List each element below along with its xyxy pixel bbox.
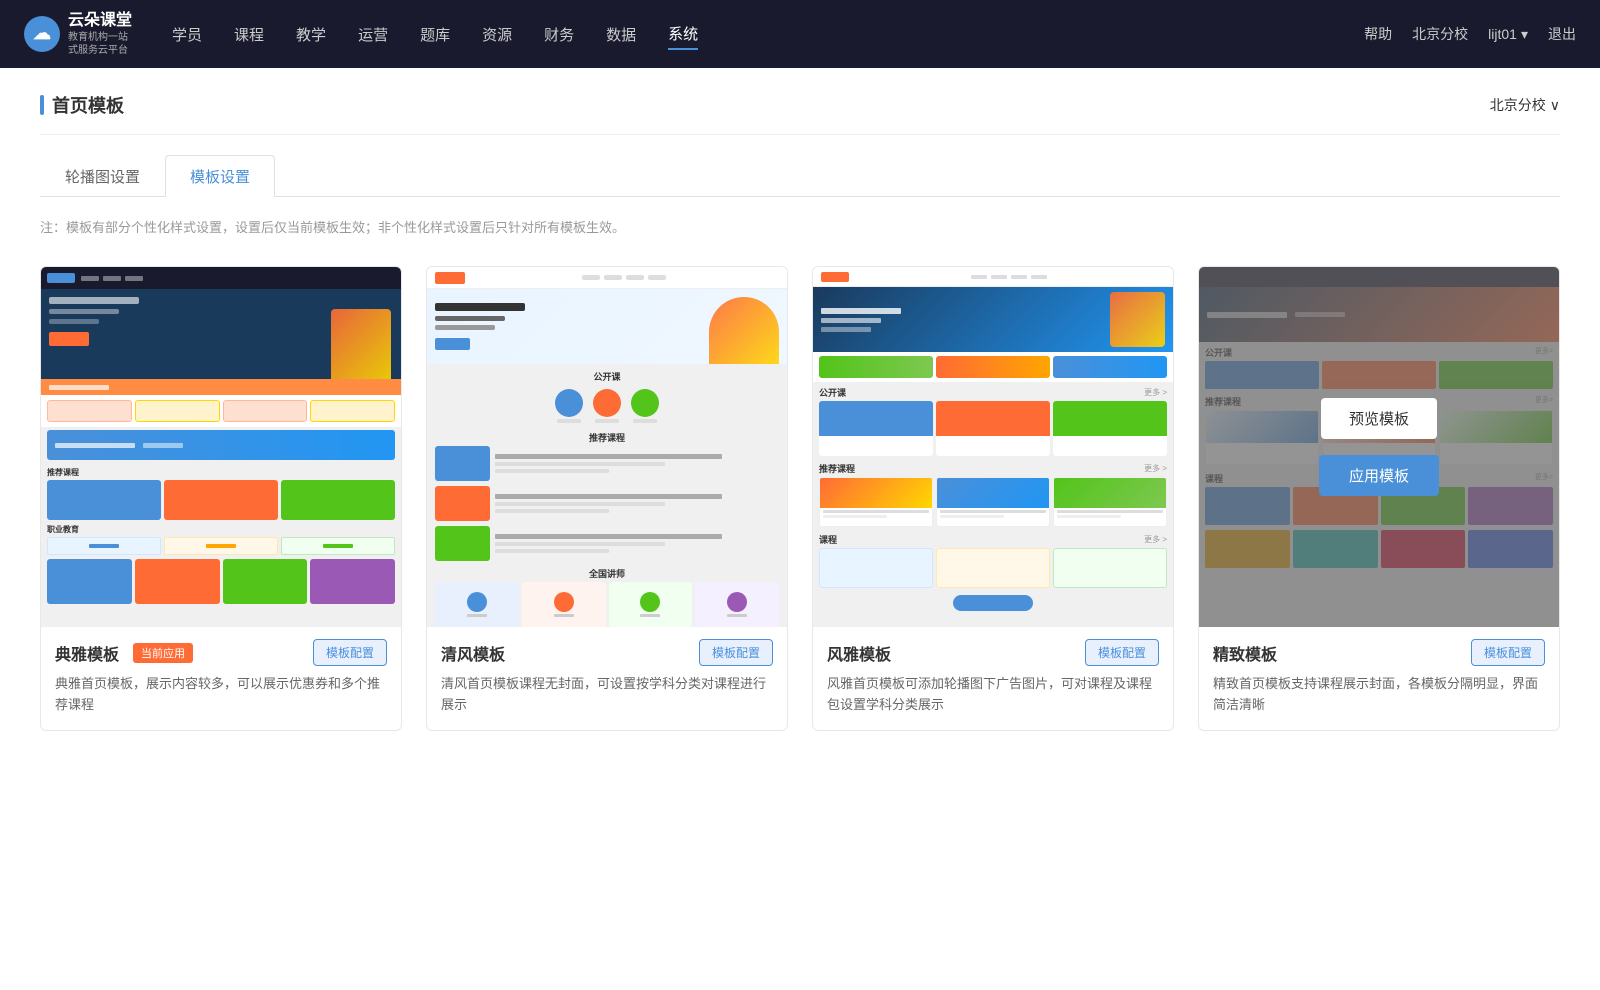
- nav-data[interactable]: 数据: [606, 20, 636, 49]
- tabs-container: 轮播图设置 模板设置: [40, 155, 1560, 197]
- preview-button-4[interactable]: 预览模板: [1321, 398, 1437, 439]
- templates-grid: 推荐课程 职业教育: [40, 266, 1560, 731]
- template-desc-3: 风雅首页模板可添加轮播图下广告图片，可对课程及课程包设置学科分类展示: [827, 674, 1159, 716]
- nav-students[interactable]: 学员: [172, 20, 202, 49]
- logo-icon: ☁: [24, 16, 60, 52]
- logo[interactable]: ☁ 云朵课堂 教育机构一站 式服务云平台: [24, 11, 132, 58]
- nav-courses[interactable]: 课程: [234, 20, 264, 49]
- branch-link[interactable]: 北京分校: [1412, 24, 1468, 44]
- template-preview-1: 推荐课程 职业教育: [41, 267, 401, 627]
- config-button-2[interactable]: 模板配置: [699, 639, 773, 666]
- template-name-1: 典雅模板: [55, 641, 119, 665]
- tab-template[interactable]: 模板设置: [165, 155, 275, 197]
- template-desc-4: 精致首页模板支持课程展示封面，各模板分隔明显，界面简洁清晰: [1213, 674, 1545, 716]
- template-desc-1: 典雅首页模板，展示内容较多，可以展示优惠券和多个推荐课程: [55, 674, 387, 716]
- logo-text: 云朵课堂 教育机构一站 式服务云平台: [68, 11, 132, 58]
- template-name-3: 风雅模板: [827, 641, 891, 665]
- chevron-down-icon: ∨: [1550, 97, 1560, 114]
- note-text: 注：模板有部分个性化样式设置，设置后仅当前模板生效；非个性化样式设置后只针对所有…: [40, 217, 1560, 236]
- page-content: 首页模板 北京分校 ∨ 轮播图设置 模板设置 注：模板有部分个性化样式设置，设置…: [0, 68, 1600, 990]
- tab-carousel[interactable]: 轮播图设置: [40, 155, 165, 197]
- badge-current-1: 当前应用: [133, 643, 193, 663]
- nav-resources[interactable]: 资源: [482, 20, 512, 49]
- nav-operations[interactable]: 运营: [358, 20, 388, 49]
- logout-link[interactable]: 退出: [1548, 24, 1576, 44]
- dropdown-icon: ▾: [1521, 26, 1528, 43]
- template-card-3: 公开课 更多 >: [812, 266, 1174, 731]
- config-button-1[interactable]: 模板配置: [313, 639, 387, 666]
- user-menu[interactable]: lijt01 ▾: [1488, 26, 1528, 43]
- nav-questions[interactable]: 题库: [420, 20, 450, 49]
- branch-selector[interactable]: 北京分校 ∨: [1490, 95, 1560, 115]
- navbar: ☁ 云朵课堂 教育机构一站 式服务云平台 学员 课程 教学 运营 题库 资源 财…: [0, 0, 1600, 68]
- template-preview-2: 公开课: [427, 267, 787, 627]
- config-button-3[interactable]: 模板配置: [1085, 639, 1159, 666]
- template-name-2: 清风模板: [441, 641, 505, 665]
- page-header: 首页模板 北京分校 ∨: [40, 68, 1560, 135]
- template-card-2: 公开课: [426, 266, 788, 731]
- template-preview-4: 公开课 更多> 推荐课程 更多>: [1199, 267, 1559, 627]
- nav-system[interactable]: 系统: [668, 19, 698, 50]
- template-preview-3: 公开课 更多 >: [813, 267, 1173, 627]
- template-card-4: 公开课 更多> 推荐课程 更多>: [1198, 266, 1560, 731]
- template-footer-2: 清风模板 模板配置 清风首页模板课程无封面，可设置按学科分类对课程进行展示: [427, 627, 787, 730]
- help-link[interactable]: 帮助: [1364, 24, 1392, 44]
- template-overlay-4: 预览模板 应用模板: [1199, 267, 1559, 627]
- navbar-right: 帮助 北京分校 lijt01 ▾ 退出: [1364, 24, 1576, 44]
- nav-finance[interactable]: 财务: [544, 20, 574, 49]
- page-title: 首页模板: [40, 92, 124, 118]
- config-button-4[interactable]: 模板配置: [1471, 639, 1545, 666]
- template-name-4: 精致模板: [1213, 641, 1277, 665]
- template-desc-2: 清风首页模板课程无封面，可设置按学科分类对课程进行展示: [441, 674, 773, 716]
- template-footer-4: 精致模板 模板配置 精致首页模板支持课程展示封面，各模板分隔明显，界面简洁清晰: [1199, 627, 1559, 730]
- apply-button-4[interactable]: 应用模板: [1319, 455, 1439, 496]
- template-footer-3: 风雅模板 模板配置 风雅首页模板可添加轮播图下广告图片，可对课程及课程包设置学科…: [813, 627, 1173, 730]
- main-nav: 学员 课程 教学 运营 题库 资源 财务 数据 系统: [172, 19, 1364, 50]
- template-card-1: 推荐课程 职业教育: [40, 266, 402, 731]
- template-footer-1: 典雅模板 当前应用 模板配置 典雅首页模板，展示内容较多，可以展示优惠券和多个推…: [41, 627, 401, 730]
- nav-teaching[interactable]: 教学: [296, 20, 326, 49]
